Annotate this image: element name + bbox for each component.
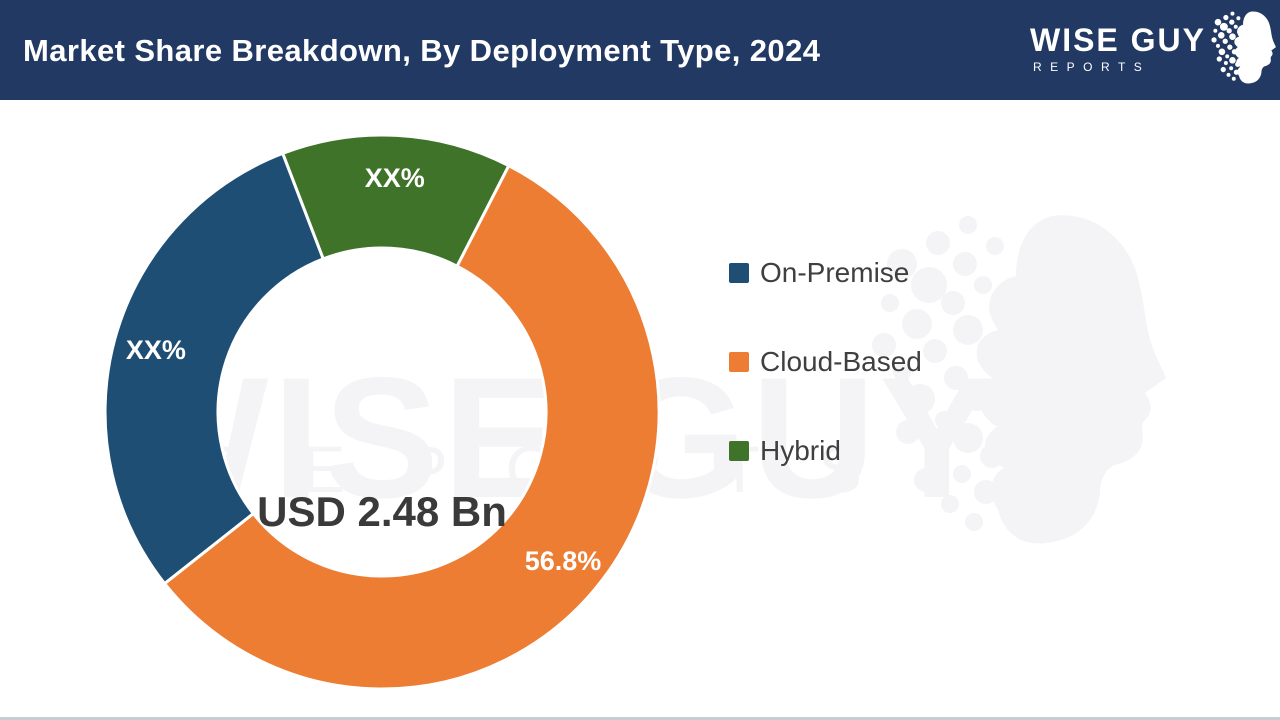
logo-wordmark: WISE GUY	[1029, 22, 1206, 58]
page-title: Market Share Breakdown, By Deployment Ty…	[23, 33, 821, 68]
report-slide: WISE GUY REPORTS Market Share Breakdown,…	[0, 0, 1280, 720]
slice-label-hybrid: XX%	[365, 163, 425, 193]
legend-item-on-premise: On-Premise	[729, 258, 922, 288]
legend-item-cloud-based: Cloud-Based	[729, 347, 922, 377]
legend-swatch-icon	[729, 263, 749, 283]
legend-swatch-icon	[729, 352, 749, 372]
slice-label-cloud-based: 56.8%	[525, 546, 602, 576]
donut-chart: XX% 56.8% XX%	[103, 133, 661, 691]
logo-head-icon	[1211, 11, 1276, 84]
logo-reports-text: REPORTS	[1032, 60, 1151, 74]
legend-label: Cloud-Based	[760, 346, 922, 377]
legend-swatch-icon	[729, 441, 749, 461]
wise-guy-reports-logo: WISE GUY REPORTS	[1030, 9, 1276, 88]
header-bar: Market Share Breakdown, By Deployment Ty…	[0, 0, 1280, 100]
slice-label-on-premise: XX%	[126, 335, 186, 365]
legend-label: On-Premise	[760, 257, 910, 288]
legend-label: Hybrid	[760, 435, 841, 466]
legend-item-hybrid: Hybrid	[729, 436, 922, 466]
donut-center-value: USD 2.48 Bn	[257, 488, 507, 535]
chart-legend: On-Premise Cloud-Based Hybrid	[729, 258, 922, 466]
